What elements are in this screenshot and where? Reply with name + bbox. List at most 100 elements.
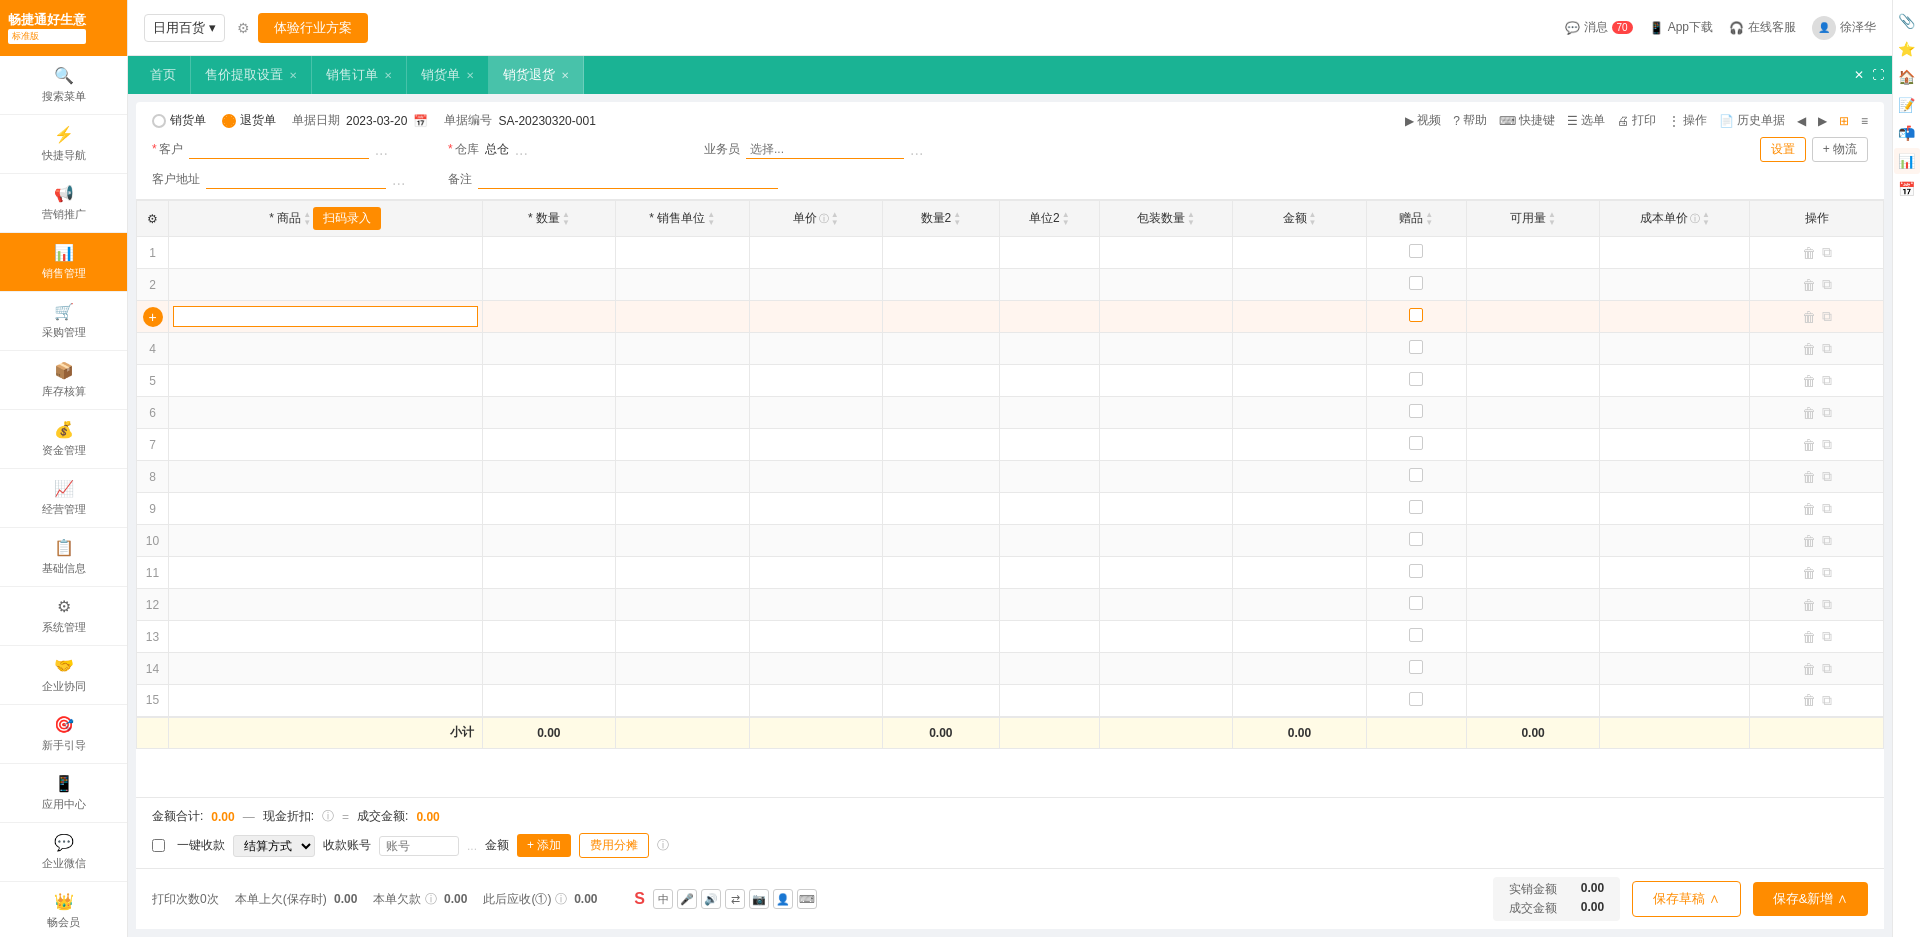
- right-panel-icon-5[interactable]: 📬: [1894, 120, 1920, 146]
- row-pkg-qty-cell[interactable]: [1099, 525, 1232, 557]
- row-amount-cell[interactable]: [1233, 429, 1366, 461]
- operations-link[interactable]: ⋮ 操作: [1668, 112, 1707, 129]
- row-cost-price-cell[interactable]: [1600, 429, 1750, 461]
- bottom-icon-s[interactable]: S: [629, 889, 649, 909]
- copy-icon[interactable]: ⧉: [1822, 276, 1832, 293]
- row-unit2-cell[interactable]: [999, 493, 1099, 525]
- sidebar-item-inventory[interactable]: 📦 库存核算: [0, 351, 127, 410]
- row-price-cell[interactable]: [749, 525, 882, 557]
- delete-icon[interactable]: 🗑: [1802, 533, 1816, 549]
- right-panel-icon-1[interactable]: 📎: [1894, 8, 1920, 34]
- save-new-btn[interactable]: 保存&新增 ∧: [1753, 882, 1868, 916]
- row-available-cell[interactable]: [1466, 653, 1599, 685]
- row-unit-cell[interactable]: [616, 589, 749, 621]
- add-row-btn[interactable]: +: [143, 307, 163, 327]
- row-price-cell[interactable]: [749, 269, 882, 301]
- row-qty2-cell[interactable]: [882, 237, 999, 269]
- sidebar-item-search[interactable]: 🔍 搜索菜单: [0, 56, 127, 115]
- row-qty-cell[interactable]: [482, 237, 615, 269]
- row-qty2-cell[interactable]: [882, 589, 999, 621]
- row-qty2-cell[interactable]: [882, 621, 999, 653]
- row-available-cell[interactable]: [1466, 685, 1599, 717]
- tab-sales-delivery[interactable]: 销货单 ✕: [407, 56, 489, 94]
- logistics-btn[interactable]: + 物流: [1812, 137, 1868, 162]
- row-gift-cell[interactable]: [1366, 269, 1466, 301]
- row-pkg-qty-cell[interactable]: [1099, 333, 1232, 365]
- tab-sales-return[interactable]: 销货退货 ✕: [489, 56, 584, 94]
- gift-checkbox[interactable]: [1409, 276, 1423, 290]
- row-price-cell[interactable]: [749, 365, 882, 397]
- row-pkg-qty-cell[interactable]: [1099, 621, 1232, 653]
- gift-checkbox[interactable]: [1409, 404, 1423, 418]
- gift-checkbox[interactable]: [1409, 564, 1423, 578]
- row-cost-price-cell[interactable]: [1600, 365, 1750, 397]
- copy-icon[interactable]: ⧉: [1822, 308, 1832, 325]
- row-amount-cell[interactable]: [1233, 301, 1366, 333]
- row-gift-cell[interactable]: [1366, 397, 1466, 429]
- row-qty-cell[interactable]: [482, 685, 615, 717]
- row-qty-cell[interactable]: [482, 589, 615, 621]
- row-qty-cell[interactable]: [482, 621, 615, 653]
- settlement-method-select[interactable]: 结算方式: [233, 835, 315, 857]
- industry-selector[interactable]: 日用百货 ▾: [144, 14, 225, 42]
- row-goods-cell[interactable]: [169, 269, 483, 301]
- row-qty-cell[interactable]: [482, 333, 615, 365]
- row-goods-cell[interactable]: [169, 397, 483, 429]
- tab-sales-order[interactable]: 销售订单 ✕: [312, 56, 407, 94]
- app-download-item[interactable]: 📱 App下载: [1649, 19, 1713, 36]
- row-amount-cell[interactable]: [1233, 557, 1366, 589]
- copy-icon[interactable]: ⧉: [1822, 372, 1832, 389]
- scan-btn[interactable]: 扫码录入: [313, 207, 381, 230]
- row-amount-cell[interactable]: [1233, 685, 1366, 717]
- warehouse-select-dots[interactable]: ...: [515, 141, 528, 159]
- one-click-collect-checkbox[interactable]: [152, 839, 165, 852]
- sidebar-item-basic[interactable]: 📋 基础信息: [0, 528, 127, 587]
- row-qty-cell[interactable]: [482, 461, 615, 493]
- calendar-icon[interactable]: 📅: [413, 114, 428, 128]
- sidebar-item-system[interactable]: ⚙ 系统管理: [0, 587, 127, 646]
- row-goods-cell[interactable]: [169, 429, 483, 461]
- row-qty-cell[interactable]: [482, 557, 615, 589]
- row-qty2-cell[interactable]: [882, 525, 999, 557]
- gift-checkbox[interactable]: [1409, 244, 1423, 258]
- row-available-cell[interactable]: [1466, 493, 1599, 525]
- row-goods-cell[interactable]: [169, 525, 483, 557]
- gift-checkbox[interactable]: [1409, 692, 1423, 706]
- tab-home[interactable]: 首页: [136, 56, 191, 94]
- row-price-cell[interactable]: [749, 557, 882, 589]
- row-pkg-qty-cell[interactable]: [1099, 461, 1232, 493]
- row-available-cell[interactable]: [1466, 557, 1599, 589]
- row-price-cell[interactable]: [749, 397, 882, 429]
- row-cost-price-cell[interactable]: [1600, 621, 1750, 653]
- tab-price-close-icon[interactable]: ✕: [289, 70, 297, 81]
- right-panel-icon-3[interactable]: 🏠: [1894, 64, 1920, 90]
- row-qty-cell[interactable]: [482, 429, 615, 461]
- row-qty-cell[interactable]: [482, 653, 615, 685]
- row-qty-cell[interactable]: [482, 269, 615, 301]
- row-available-cell[interactable]: [1466, 301, 1599, 333]
- row-unit2-cell[interactable]: [999, 589, 1099, 621]
- row-gift-cell[interactable]: [1366, 493, 1466, 525]
- row-cost-price-cell[interactable]: [1600, 493, 1750, 525]
- tab-close-all-icon[interactable]: ✕: [1854, 68, 1864, 82]
- row-price-cell[interactable]: [749, 589, 882, 621]
- row-amount-cell[interactable]: [1233, 269, 1366, 301]
- row-price-cell[interactable]: [749, 653, 882, 685]
- row-available-cell[interactable]: [1466, 461, 1599, 493]
- bottom-icon-keyboard[interactable]: ⌨: [797, 889, 817, 909]
- sidebar-item-purchase[interactable]: 🛒 采购管理: [0, 292, 127, 351]
- row-qty2-cell[interactable]: [882, 685, 999, 717]
- row-unit-cell[interactable]: [616, 685, 749, 717]
- notification-item[interactable]: 💬 消息 70: [1565, 19, 1633, 36]
- col-gear[interactable]: ⚙: [137, 201, 169, 237]
- row-unit-cell[interactable]: [616, 621, 749, 653]
- row-unit-cell[interactable]: [616, 301, 749, 333]
- row-price-cell[interactable]: [749, 237, 882, 269]
- right-panel-icon-7[interactable]: 📅: [1894, 176, 1920, 202]
- row-goods-cell[interactable]: [169, 237, 483, 269]
- row-price-cell[interactable]: [749, 333, 882, 365]
- row-unit-cell[interactable]: [616, 365, 749, 397]
- salesperson-select-dots[interactable]: ...: [910, 141, 923, 159]
- row-goods-cell[interactable]: [169, 365, 483, 397]
- header-gear-icon[interactable]: ⚙: [237, 20, 250, 36]
